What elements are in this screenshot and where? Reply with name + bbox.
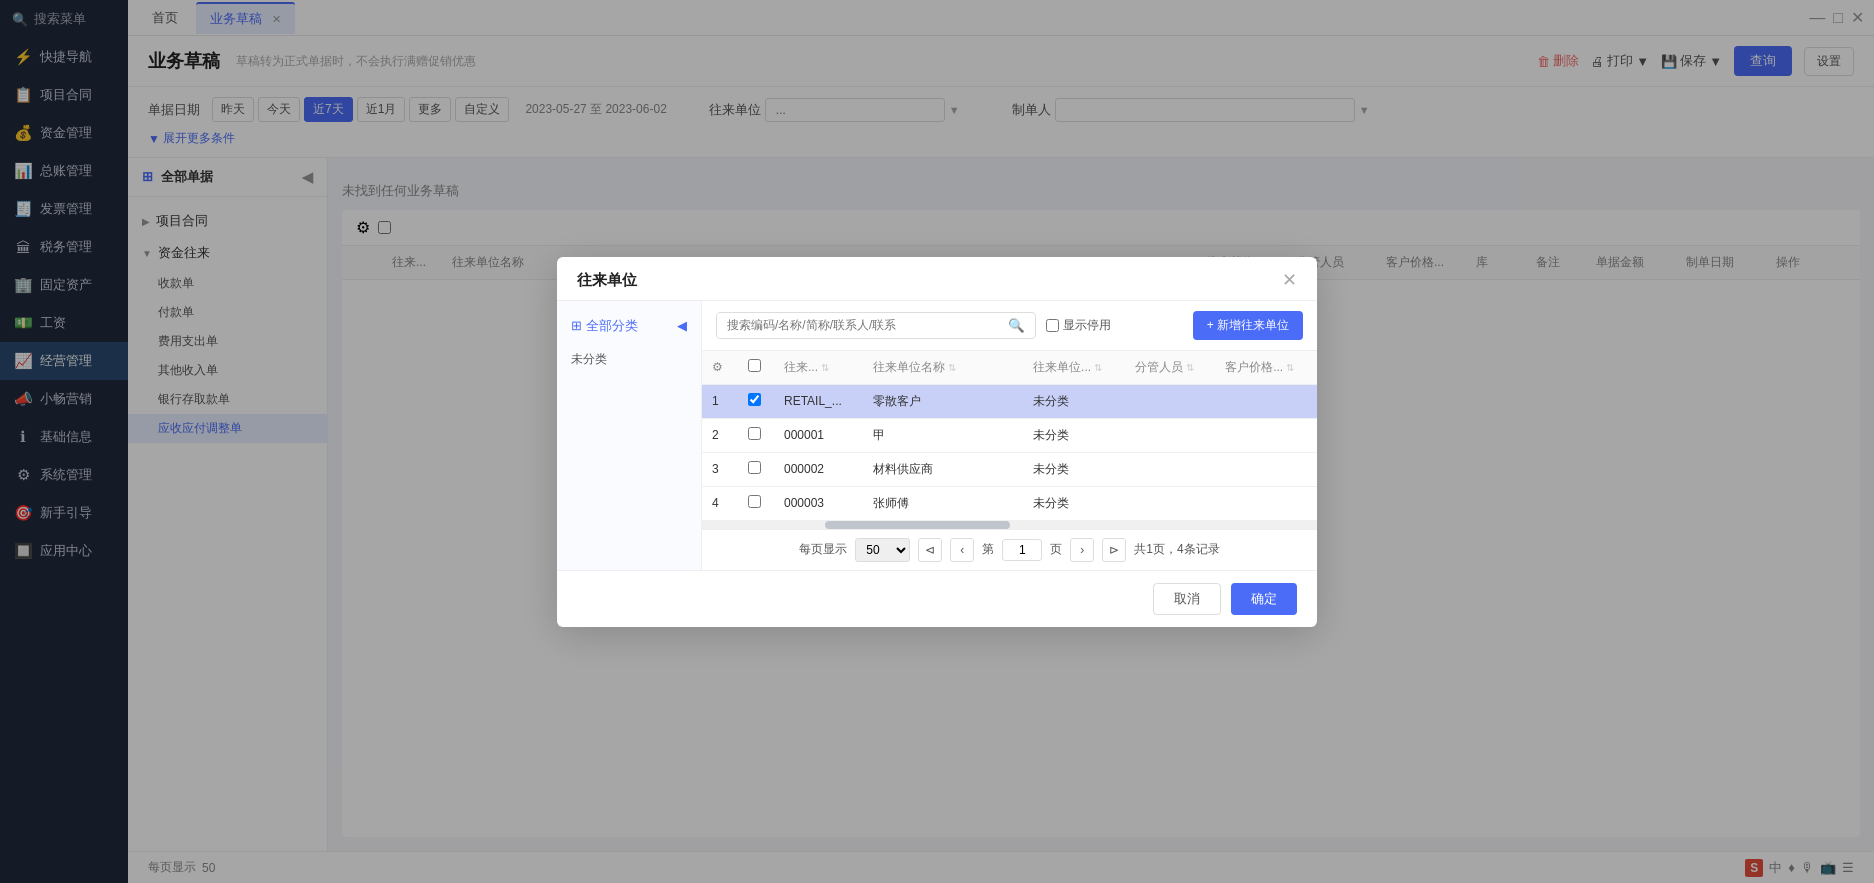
row-price bbox=[1215, 486, 1317, 520]
table-scrollbar-track[interactable] bbox=[702, 521, 1317, 529]
show-disabled-text: 显示停用 bbox=[1063, 317, 1111, 334]
show-disabled-checkbox[interactable] bbox=[1046, 319, 1059, 332]
sort-icon-price: ⇅ bbox=[1286, 362, 1294, 373]
sort-icon-name: ⇅ bbox=[948, 362, 956, 373]
row-checkbox[interactable] bbox=[738, 418, 774, 452]
modal-search-btn[interactable]: 🔍 bbox=[998, 313, 1035, 338]
table-row[interactable]: 1 RETAIL_... 零散客户 未分类 bbox=[702, 384, 1317, 418]
modal-search-input[interactable] bbox=[717, 313, 998, 337]
table-row[interactable]: 4 000003 张师傅 未分类 bbox=[702, 486, 1317, 520]
modal-overlay[interactable]: 往来单位 ✕ ⊞ 全部分类 ◀ 未分类 bbox=[0, 0, 1874, 883]
modal-category-pane: ⊞ 全部分类 ◀ 未分类 bbox=[557, 301, 702, 570]
modal-toolbar: 🔍 显示停用 + 新增往来单位 bbox=[702, 301, 1317, 351]
modal-header: 往来单位 ✕ bbox=[557, 257, 1317, 301]
th-category[interactable]: 往来单位...⇅ bbox=[1023, 351, 1125, 385]
row-checkbox[interactable] bbox=[738, 486, 774, 520]
row-num: 4 bbox=[702, 486, 738, 520]
prev-page-btn[interactable]: ‹ bbox=[950, 538, 974, 562]
th-code[interactable]: 往来...⇅ bbox=[774, 351, 863, 385]
last-page-btn[interactable]: ⊳ bbox=[1102, 538, 1126, 562]
row-price bbox=[1215, 418, 1317, 452]
row-code: RETAIL_... bbox=[774, 384, 863, 418]
row-category: 未分类 bbox=[1023, 452, 1125, 486]
modal-pagination: 每页显示 50 10 20 100 ⊲ ‹ 第 页 › ⊳ bbox=[702, 529, 1317, 570]
th-manager[interactable]: 分管人员⇅ bbox=[1125, 351, 1215, 385]
th-price[interactable]: 客户价格...⇅ bbox=[1215, 351, 1317, 385]
add-partner-btn[interactable]: + 新增往来单位 bbox=[1193, 311, 1303, 340]
sort-icon: ⇅ bbox=[821, 362, 829, 373]
select-all-modal[interactable] bbox=[748, 359, 761, 372]
collapse-left-icon[interactable]: ◀ bbox=[677, 318, 687, 333]
row-num: 2 bbox=[702, 418, 738, 452]
modal-body: ⊞ 全部分类 ◀ 未分类 🔍 bbox=[557, 301, 1317, 570]
page-word-2: 页 bbox=[1050, 541, 1062, 558]
row-manager bbox=[1125, 418, 1215, 452]
modal-action-footer: 取消 确定 bbox=[557, 570, 1317, 627]
per-page-label: 每页显示 bbox=[799, 541, 847, 558]
row-name: 材料供应商 bbox=[863, 452, 1023, 486]
partner-modal: 往来单位 ✕ ⊞ 全部分类 ◀ 未分类 bbox=[557, 257, 1317, 627]
modal-title: 往来单位 bbox=[577, 271, 637, 290]
table-scrollbar-thumb[interactable] bbox=[825, 521, 1010, 529]
table-row[interactable]: 2 000001 甲 未分类 bbox=[702, 418, 1317, 452]
row-checkbox[interactable] bbox=[738, 384, 774, 418]
row-manager bbox=[1125, 384, 1215, 418]
row-code: 000001 bbox=[774, 418, 863, 452]
total-info: 共1页，4条记录 bbox=[1134, 541, 1219, 558]
row-category: 未分类 bbox=[1023, 486, 1125, 520]
cancel-button[interactable]: 取消 bbox=[1153, 583, 1221, 615]
next-page-btn[interactable]: › bbox=[1070, 538, 1094, 562]
modal-table-pane: 🔍 显示停用 + 新增往来单位 ⚙ bbox=[702, 301, 1317, 570]
modal-search-box: 🔍 bbox=[716, 312, 1036, 339]
per-page-select[interactable]: 50 10 20 100 bbox=[855, 538, 910, 562]
row-manager bbox=[1125, 452, 1215, 486]
th-check bbox=[738, 351, 774, 385]
table-row[interactable]: 3 000002 材料供应商 未分类 bbox=[702, 452, 1317, 486]
row-name: 甲 bbox=[863, 418, 1023, 452]
modal-data-table: ⚙ 往来...⇅ 往来单位名称⇅ 往来单位...⇅ bbox=[702, 351, 1317, 521]
row-code: 000002 bbox=[774, 452, 863, 486]
all-category-label: 全部分类 bbox=[586, 317, 638, 335]
sort-icon-mgr: ⇅ bbox=[1186, 362, 1194, 373]
page-word: 第 bbox=[982, 541, 994, 558]
modal-close-btn[interactable]: ✕ bbox=[1282, 271, 1297, 289]
modal-category-unclassified[interactable]: 未分类 bbox=[557, 343, 701, 376]
row-category: 未分类 bbox=[1023, 418, 1125, 452]
row-num: 1 bbox=[702, 384, 738, 418]
row-price bbox=[1215, 452, 1317, 486]
th-name[interactable]: 往来单位名称⇅ bbox=[863, 351, 1023, 385]
row-category: 未分类 bbox=[1023, 384, 1125, 418]
page-number-input[interactable] bbox=[1002, 539, 1042, 561]
row-num: 3 bbox=[702, 452, 738, 486]
confirm-button[interactable]: 确定 bbox=[1231, 583, 1297, 615]
pagination-controls: 每页显示 50 10 20 100 ⊲ ‹ 第 页 › ⊳ bbox=[799, 538, 1219, 562]
row-checkbox[interactable] bbox=[738, 452, 774, 486]
row-name: 零散客户 bbox=[863, 384, 1023, 418]
search-icon-modal: 🔍 bbox=[1008, 318, 1025, 333]
row-code: 000003 bbox=[774, 486, 863, 520]
row-price bbox=[1215, 384, 1317, 418]
first-page-btn[interactable]: ⊲ bbox=[918, 538, 942, 562]
grid-icon-modal: ⊞ bbox=[571, 318, 582, 333]
row-manager bbox=[1125, 486, 1215, 520]
show-disabled-label[interactable]: 显示停用 bbox=[1046, 317, 1111, 334]
modal-table-body: 1 RETAIL_... 零散客户 未分类 2 bbox=[702, 384, 1317, 520]
modal-all-category[interactable]: ⊞ 全部分类 ◀ bbox=[557, 309, 701, 343]
th-settings[interactable]: ⚙ bbox=[702, 351, 738, 385]
modal-table-head: ⚙ 往来...⇅ 往来单位名称⇅ 往来单位...⇅ bbox=[702, 351, 1317, 385]
sort-icon-cat: ⇅ bbox=[1094, 362, 1102, 373]
row-name: 张师傅 bbox=[863, 486, 1023, 520]
